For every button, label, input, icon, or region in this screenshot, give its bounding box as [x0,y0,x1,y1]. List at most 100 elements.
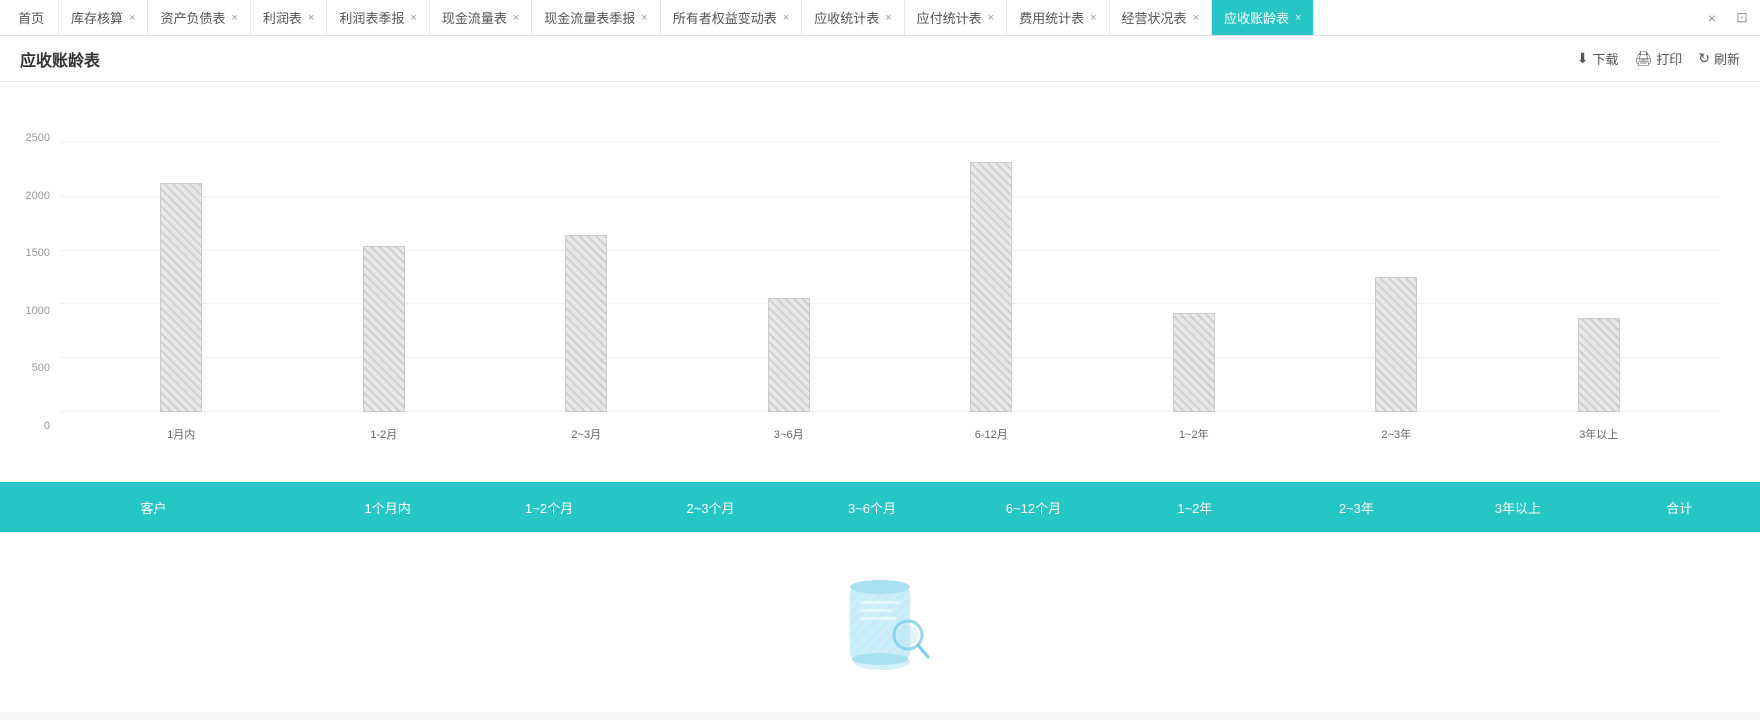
print-button[interactable]: 🖨 打印 [1634,49,1682,68]
bar-group-2 [565,235,607,412]
tab-expense-stats[interactable]: 费用统计表 × [1007,0,1109,36]
tab-profit-quarterly-label: 利润表季报 [339,8,404,27]
y-label-0: 0 [44,420,50,432]
th-3: 2~3个月 [630,498,791,517]
bar-7 [1578,318,1620,412]
tab-cashflow-label: 现金流量表 [442,8,507,27]
chart-wrapper: 2500 2000 1500 1000 500 0 [20,102,1720,442]
tab-home-label: 首页 [18,8,44,27]
tab-profit[interactable]: 利润表 × [251,0,327,36]
th-0: 客户 [0,498,307,517]
tab-cashflow-quarterly-label: 现金流量表季报 [544,8,635,27]
y-label-2500a: 2500 [26,132,50,144]
bar-group-7 [1578,318,1620,412]
tab-cashflow[interactable]: 现金流量表 × [430,0,532,36]
tab-receivable-stats-close[interactable]: × [885,12,891,24]
chart-container: 2500 2000 1500 1000 500 0 [0,82,1760,482]
tab-profit-quarterly-close[interactable]: × [410,12,416,24]
tab-cashflow-quarterly[interactable]: 现金流量表季报 × [532,0,660,36]
x-label-7: 3年以上 [1578,426,1620,442]
tab-receivable-stats[interactable]: 应收统计表 × [802,0,904,36]
th-7: 2~3年 [1276,498,1437,517]
bar-group-3 [768,298,810,412]
bar-0 [160,183,202,412]
tab-equity-changes[interactable]: 所有者权益变动表 × [661,0,802,36]
x-label-3: 3~6月 [768,426,810,442]
bars-row [60,142,1720,412]
x-label-0: 1月内 [160,426,202,442]
tab-inventory-label: 库存核算 [71,8,123,27]
tab-profit-quarterly[interactable]: 利润表季报 × [327,0,429,36]
th-4: 3~6个月 [791,498,952,517]
tab-bar: 首页 库存核算 × 资产负债表 × 利润表 × 利润表季报 × 现金流量表 × … [0,0,1760,36]
tab-payable-stats[interactable]: 应付统计表 × [905,0,1007,36]
th-9: 合计 [1599,498,1760,517]
th-5: 6~12个月 [953,498,1114,517]
page-title: 应收账龄表 [20,47,100,71]
tab-inventory-close[interactable]: × [129,12,135,24]
tab-cashflow-close[interactable]: × [513,12,519,24]
bar-group-6 [1375,277,1417,412]
tab-operations-close[interactable]: × [1193,12,1199,24]
tab-equity-changes-label: 所有者权益变动表 [673,8,777,27]
bar-2 [565,235,607,412]
print-label: 打印 [1656,49,1682,68]
download-label: 下载 [1592,49,1618,68]
x-axis-labels: 1月内1-2月2~3月3~6月6-12月1~2年2~3年3年以上 [60,426,1720,442]
tab-operations-label: 经营状况表 [1122,8,1187,27]
tab-aging-close[interactable]: × [1295,12,1301,24]
tab-balance-sheet-label: 资产负债表 [160,8,225,27]
table-body-empty [0,532,1760,712]
tab-equity-changes-close[interactable]: × [783,12,789,24]
table-header: 客户1个月内1~2个月2~3个月3~6个月6~12个月1~2年2~3年3年以上合… [0,482,1760,532]
tab-profit-close[interactable]: × [308,12,314,24]
bar-6 [1375,277,1417,412]
y-label-2000: 2000 [26,190,50,202]
tab-receivable-stats-label: 应收统计表 [814,8,879,27]
print-icon: 🖨 [1634,50,1652,67]
tab-payable-stats-close[interactable]: × [988,12,994,24]
bar-4 [970,162,1012,412]
tab-balance-sheet[interactable]: 资产负债表 × [148,0,250,36]
refresh-label: 刷新 [1714,49,1740,68]
window-controls: × ⊡ [1698,4,1756,32]
x-label-5: 1~2年 [1173,426,1215,442]
bar-5 [1173,313,1215,412]
x-label-1: 1-2月 [363,426,405,442]
refresh-icon: ↻ [1698,50,1710,67]
th-2: 1~2个月 [468,498,629,517]
y-label-1500: 1500 [26,247,50,259]
tab-profit-label: 利润表 [263,8,302,27]
th-8: 3年以上 [1437,498,1598,517]
tab-balance-sheet-close[interactable]: × [231,12,237,24]
refresh-button[interactable]: ↻ 刷新 [1698,49,1740,68]
y-axis: 2500 2000 1500 1000 500 0 [20,132,60,432]
tab-inventory[interactable]: 库存核算 × [59,0,148,36]
content-area: 2500 2000 1500 1000 500 0 [0,82,1760,712]
tab-expense-stats-label: 费用统计表 [1019,8,1084,27]
tab-cashflow-quarterly-close[interactable]: × [641,12,647,24]
tab-operations[interactable]: 经营状况表 × [1110,0,1212,36]
bar-group-1 [363,246,405,412]
x-label-2: 2~3月 [565,426,607,442]
empty-illustration [820,567,940,677]
bar-3 [768,298,810,412]
th-1: 1个月内 [307,498,468,517]
x-label-4: 6-12月 [970,426,1012,442]
close-window-button[interactable]: × [1698,4,1726,32]
page-header: 应收账龄表 ⬇ 下载 🖨 打印 ↻ 刷新 [0,36,1760,82]
bar-group-4 [970,162,1012,412]
tab-aging-label: 应收账龄表 [1224,8,1289,27]
bar-group-5 [1173,313,1215,412]
bar-1 [363,246,405,412]
download-icon: ⬇ [1577,50,1589,67]
tab-payable-stats-label: 应付统计表 [917,8,982,27]
y-label-500: 500 [32,362,50,374]
tab-expense-stats-close[interactable]: × [1090,12,1096,24]
tab-aging[interactable]: 应收账龄表 × [1212,0,1314,36]
maximize-window-button[interactable]: ⊡ [1728,4,1756,32]
bar-group-0 [160,183,202,412]
y-label-1000: 1000 [26,305,50,317]
download-button[interactable]: ⬇ 下载 [1577,49,1619,68]
tab-home[interactable]: 首页 [4,0,59,36]
